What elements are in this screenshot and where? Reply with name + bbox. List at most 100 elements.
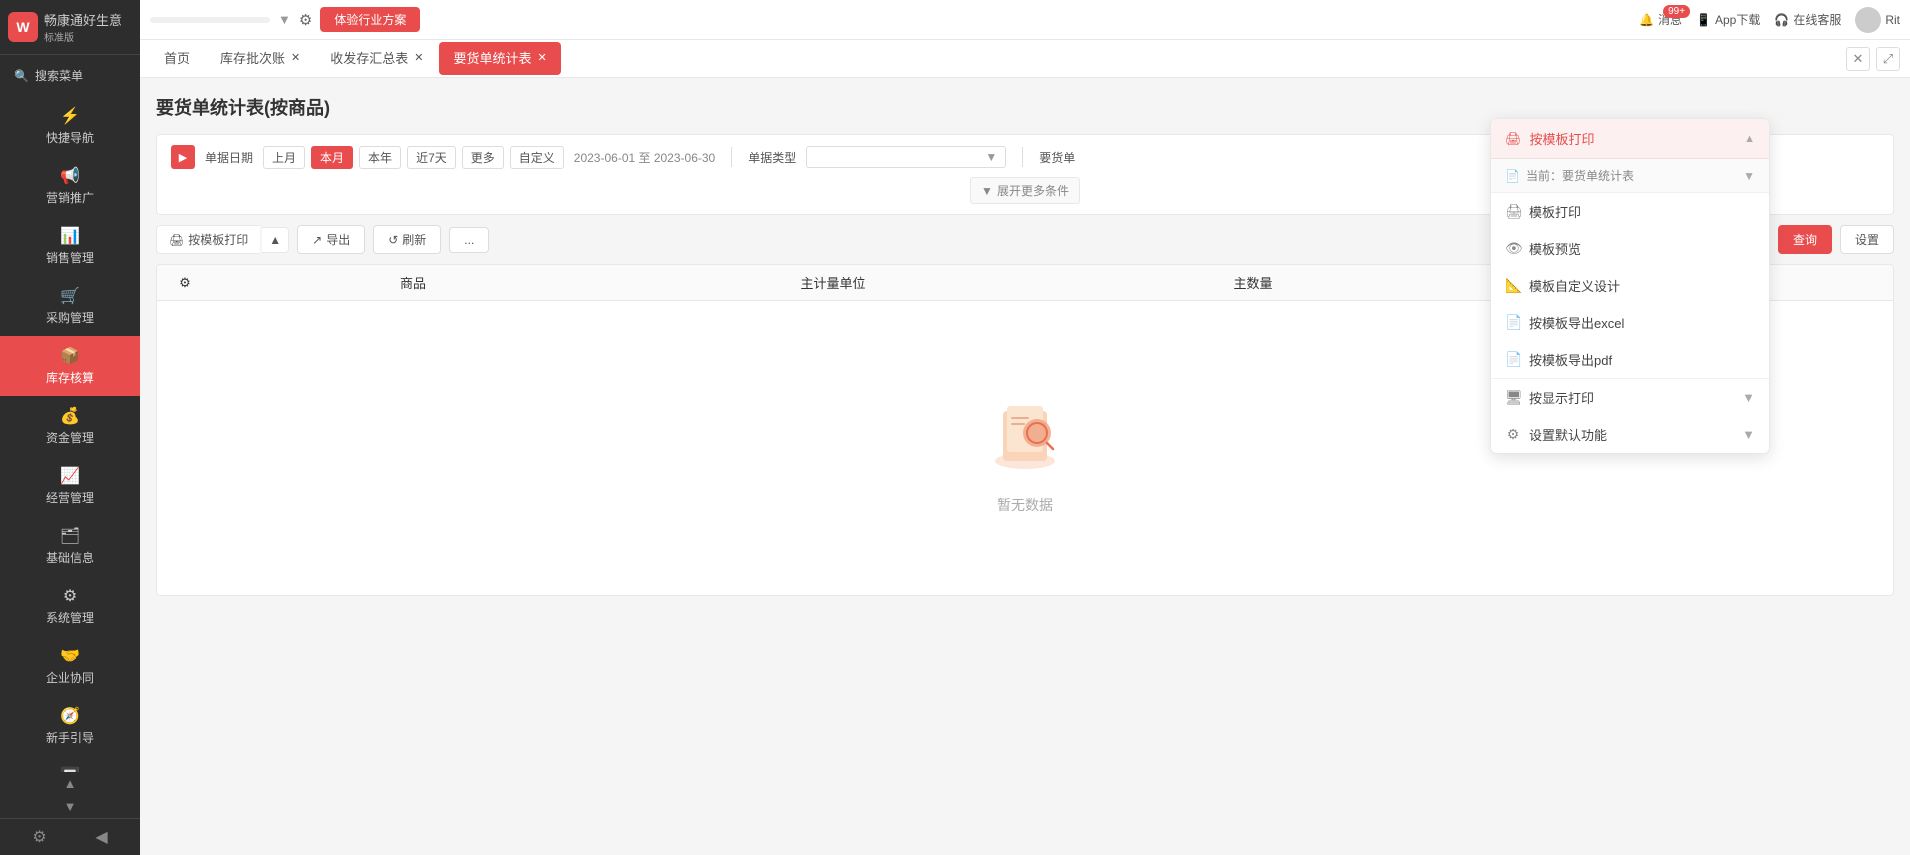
dropdown-item-template-print[interactable]: 🖨 模板打印	[1491, 193, 1769, 230]
prev-month-btn[interactable]: 上月	[263, 146, 305, 169]
inventory-label: 库存核算	[46, 369, 94, 386]
dropdown-item-template-preview[interactable]: 👁 模板预览	[1491, 230, 1769, 267]
table-settings-button[interactable]: 设置	[1840, 225, 1894, 254]
tab-receipt-summary-label: 收发存汇总表	[330, 48, 408, 67]
search-menu-button[interactable]: 🔍 搜索菜单	[8, 63, 132, 88]
dropdown-item-export-excel[interactable]: 📄 按模板导出excel	[1491, 304, 1769, 341]
sidebar-item-purchase[interactable]: 🛒 采购管理	[0, 276, 140, 336]
app-logo-text: 畅康通好生意 标准版	[44, 10, 122, 44]
tabs-actions: ✕ ⤢	[1846, 47, 1900, 71]
template-design-icon: 📐	[1505, 277, 1521, 294]
filter-divider-1	[731, 147, 732, 167]
sidebar-item-operations[interactable]: 📈 经营管理	[0, 456, 140, 516]
system-label: 系统管理	[46, 609, 94, 626]
sidebar-item-inventory[interactable]: 📦 库存核算	[0, 336, 140, 396]
sidebar-search-area[interactable]: 🔍 搜索菜单	[0, 55, 140, 96]
online-service-button[interactable]: 🎧 在线客服	[1774, 11, 1841, 28]
current-year-btn[interactable]: 本年	[359, 146, 401, 169]
topbar-gear-icon[interactable]: ⚙	[299, 11, 312, 29]
username-label: Rit	[1885, 13, 1900, 27]
tab-inventory-batch-close[interactable]: ✕	[291, 51, 300, 64]
current-template-icon: 📄	[1505, 169, 1520, 183]
tab-home[interactable]: 首页	[150, 42, 204, 75]
quick-nav-icon: ⚡	[60, 106, 80, 126]
tab-maximize[interactable]: ⤢	[1876, 47, 1900, 71]
col-settings[interactable]: ⚙	[167, 275, 203, 291]
operations-icon: 📈	[60, 466, 80, 486]
topbar-search-box[interactable]	[150, 17, 270, 23]
main-area: ▼ ⚙ 体验行业方案 🔔 消息 99+ 📱 App下载 🎧 在线客服 Rit	[140, 0, 1910, 855]
sidebar-item-sales[interactable]: 📊 销售管理	[0, 216, 140, 276]
display-print-chevron: ▼	[1742, 390, 1755, 405]
custom-btn[interactable]: 自定义	[510, 146, 564, 169]
sidebar-scroll-up[interactable]: ▲	[0, 772, 140, 795]
tab-order-stats[interactable]: 要货单统计表 ✕	[439, 42, 560, 75]
sidebar-item-collab[interactable]: 🤝 企业协同	[0, 636, 140, 696]
tab-inventory-batch[interactable]: 库存批次账 ✕	[206, 42, 314, 75]
empty-text: 暂无数据	[997, 495, 1053, 515]
default-settings-chevron: ▼	[1742, 427, 1755, 442]
print-template-button[interactable]: 🖨 按模板打印	[156, 225, 260, 254]
order-type-select[interactable]: ▼	[806, 146, 1006, 168]
display-print-label: 按显示打印	[1529, 388, 1594, 407]
tab-order-stats-label: 要货单统计表	[453, 48, 531, 67]
basic-icon: 🗂	[60, 526, 80, 546]
last-7-days-btn[interactable]: 近7天	[407, 146, 456, 169]
topbar-right-area: 🔔 消息 99+ 📱 App下载 🎧 在线客服 Rit	[1639, 7, 1900, 33]
query-button[interactable]: 查询	[1778, 225, 1832, 254]
sidebar-item-marketing[interactable]: 📢 营销推广	[0, 156, 140, 216]
dropdown-current-template[interactable]: 📄 当前：要货单统计表 ▼	[1491, 159, 1769, 193]
sidebar-item-system[interactable]: ⚙ 系统管理	[0, 576, 140, 636]
dropdown-printer-icon: 🖨	[1505, 131, 1522, 147]
app-download-button[interactable]: 📱 App下载	[1696, 11, 1760, 28]
trial-industry-button[interactable]: 体验行业方案	[320, 7, 420, 32]
more-icon: ...	[464, 233, 474, 247]
template-preview-label: 模板预览	[1529, 239, 1581, 258]
expand-icon: ▼	[981, 184, 993, 198]
sidebar-item-quick-nav[interactable]: ⚡ 快捷导航	[0, 96, 140, 156]
app-version: 标准版	[44, 29, 122, 44]
export-pdf-label: 按模板导出pdf	[1529, 350, 1612, 369]
tab-close-current[interactable]: ✕	[1846, 47, 1870, 71]
more-btn[interactable]: 更多	[462, 146, 504, 169]
finance-icon: 💰	[60, 406, 80, 426]
filter-toggle-button[interactable]: ▶	[171, 145, 195, 169]
collapse-button[interactable]: ◀	[95, 827, 107, 847]
messages-badge: 99+	[1663, 5, 1690, 18]
col-qty: 主数量	[1043, 273, 1463, 292]
sidebar-item-finance[interactable]: 💰 资金管理	[0, 396, 140, 456]
refresh-button[interactable]: ↺ 刷新	[373, 225, 441, 254]
printer-icon: 🖨	[169, 233, 184, 247]
dropdown-section-display-print[interactable]: 🖥 按显示打印 ▼	[1491, 379, 1769, 416]
tab-receipt-summary[interactable]: 收发存汇总表 ✕	[316, 42, 437, 75]
messages-button[interactable]: 🔔 消息 99+	[1639, 11, 1682, 28]
dropdown-item-template-design[interactable]: 📐 模板自定义设计	[1491, 267, 1769, 304]
basic-label: 基础信息	[46, 549, 94, 566]
print-arrow-button[interactable]: ▲	[262, 227, 289, 253]
expand-more-btn[interactable]: ▼ 展开更多条件	[970, 177, 1080, 204]
tab-order-stats-close[interactable]: ✕	[538, 51, 547, 64]
dropdown-item-export-pdf[interactable]: 📄 按模板导出pdf	[1491, 341, 1769, 378]
export-button[interactable]: ↗ 导出	[297, 225, 365, 254]
dropdown-section-default-settings[interactable]: ⚙ 设置默认功能 ▼	[1491, 416, 1769, 453]
dropdown-up-icon[interactable]: ▲	[1744, 133, 1755, 145]
tab-receipt-summary-close[interactable]: ✕	[414, 51, 423, 64]
current-month-btn[interactable]: 本月	[311, 146, 353, 169]
sidebar-item-apps[interactable]: 🔲 应用中心	[0, 756, 140, 772]
more-options-button[interactable]: ...	[449, 227, 489, 253]
dropdown-header-right: ▲	[1744, 133, 1755, 145]
quick-nav-label: 快捷导航	[46, 129, 94, 146]
topbar: ▼ ⚙ 体验行业方案 🔔 消息 99+ 📱 App下载 🎧 在线客服 Rit	[140, 0, 1910, 40]
template-design-label: 模板自定义设计	[1529, 276, 1620, 295]
user-avatar-area[interactable]: Rit	[1855, 7, 1900, 33]
date-range-display: 2023-06-01 至 2023-06-30	[574, 149, 715, 166]
app-logo-icon: W	[8, 12, 38, 42]
template-preview-icon: 👁	[1505, 240, 1521, 257]
sidebar-item-guide[interactable]: 🧭 新手引导	[0, 696, 140, 756]
topbar-chevron-icon[interactable]: ▼	[278, 12, 291, 27]
sidebar-scroll-down[interactable]: ▼	[0, 795, 140, 818]
app-name: 畅康通好生意	[44, 10, 122, 29]
user-avatar	[1855, 7, 1881, 33]
settings-button[interactable]: ⚙	[32, 827, 46, 847]
sidebar-item-basic[interactable]: 🗂 基础信息	[0, 516, 140, 576]
